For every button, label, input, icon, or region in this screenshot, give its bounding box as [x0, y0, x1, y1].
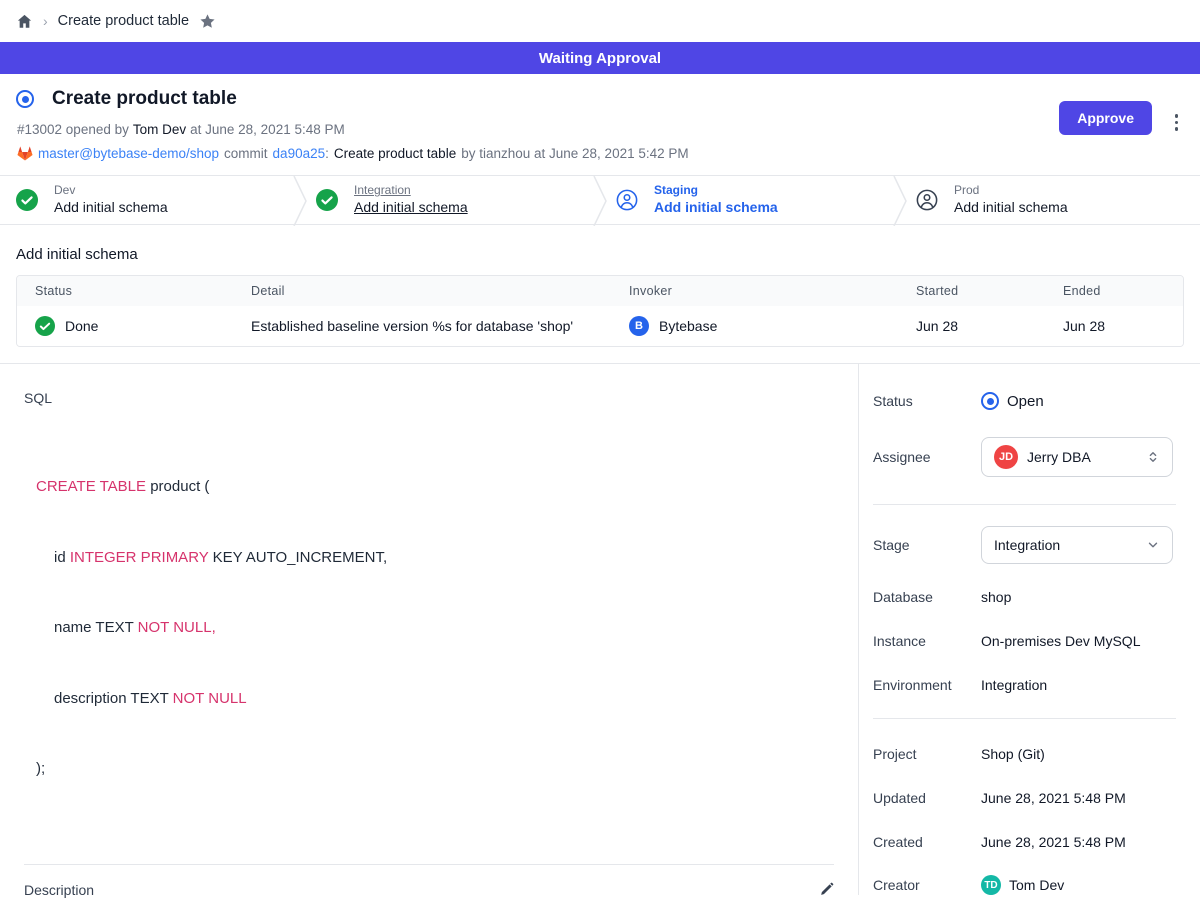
stage-value: Integration	[994, 537, 1137, 553]
stage-staging[interactable]: Staging Add initial schema	[600, 176, 900, 224]
stage-separator	[893, 176, 907, 226]
issue-sidebar: Status Open Assignee JD Jerry DBA Stage …	[858, 364, 1200, 895]
breadcrumb-chevron-icon: ›	[43, 13, 48, 29]
description-label: Description	[24, 882, 94, 898]
approve-button[interactable]: Approve	[1059, 101, 1152, 135]
instance-value: On-premises Dev MySQL	[981, 633, 1140, 649]
issue-open-status-icon	[16, 90, 34, 108]
vcs-commit-line: master@bytebase-demo/shop commit da90a25…	[17, 146, 1184, 161]
stage-env-label: Dev	[54, 183, 168, 198]
status-open-icon	[981, 392, 999, 410]
task-status-text: Done	[65, 318, 98, 334]
project-label: Project	[873, 746, 981, 762]
column-header-detail: Detail	[233, 284, 611, 298]
stage-task-label: Add initial schema	[654, 199, 778, 217]
creator-value: Tom Dev	[1009, 877, 1064, 893]
chevron-down-icon	[1146, 538, 1160, 552]
stage-env-label: Integration	[354, 183, 468, 198]
stage-label: Stage	[873, 537, 981, 553]
more-actions-kebab-icon[interactable]	[1175, 114, 1179, 131]
sidebar-divider	[873, 504, 1176, 505]
column-header-status: Status	[17, 284, 233, 298]
approval-banner: Waiting Approval	[0, 42, 1200, 74]
breadcrumb-current: Create product table	[58, 13, 189, 29]
sql-code-block: CREATE TABLE product ( id INTEGER PRIMAR…	[36, 428, 834, 828]
task-detail-text: Established baseline version %s for data…	[233, 318, 611, 334]
stage-separator	[593, 176, 607, 226]
issue-main-panel: SQL CREATE TABLE product ( id INTEGER PR…	[0, 364, 858, 895]
issue-meta: #13002 opened by Tom Dev at June 28, 202…	[17, 122, 1184, 137]
updated-value: June 28, 2021 5:48 PM	[981, 790, 1126, 806]
issue-author: Tom Dev	[133, 122, 186, 137]
task-section-title: Add initial schema	[16, 246, 1184, 263]
breadcrumb: › Create product table	[0, 0, 1200, 42]
stage-task-label: Add initial schema	[54, 199, 168, 217]
sidebar-divider	[873, 718, 1176, 719]
created-value: June 28, 2021 5:48 PM	[981, 834, 1126, 850]
task-ended-date: Jun 28	[1045, 318, 1183, 334]
stage-pending-person-icon	[616, 189, 638, 211]
database-label: Database	[873, 589, 981, 605]
created-label: Created	[873, 834, 981, 850]
assignee-avatar: JD	[994, 445, 1018, 469]
issue-open-time: at June 28, 2021 5:48 PM	[190, 122, 345, 137]
vcs-commit-word: commit	[224, 146, 268, 161]
chevron-updown-icon	[1146, 450, 1160, 464]
stage-pending-person-icon	[916, 189, 938, 211]
stage-done-check-icon	[316, 189, 338, 211]
task-section: Add initial schema Status Detail Invoker…	[0, 246, 1200, 347]
vcs-commit-message: Create product table	[334, 146, 456, 161]
page-title: Create product table	[52, 88, 237, 110]
vcs-branch-repo-link[interactable]: master@bytebase-demo/shop	[38, 146, 219, 161]
bookmark-star-icon[interactable]	[199, 13, 216, 30]
task-table: Status Detail Invoker Started Ended Done…	[16, 275, 1184, 347]
issue-id-text: #13002 opened by	[17, 122, 129, 137]
issue-header: Create product table #13002 opened by To…	[0, 74, 1200, 175]
stage-integration[interactable]: Integration Add initial schema	[300, 176, 600, 224]
column-header-invoker: Invoker	[611, 284, 898, 298]
vcs-commit-byline: by tianzhou at June 28, 2021 5:42 PM	[461, 146, 688, 161]
status-value: Open	[1007, 393, 1044, 410]
sql-section-label: SQL	[24, 390, 834, 406]
stage-dev[interactable]: Dev Add initial schema	[0, 176, 300, 224]
environment-value: Integration	[981, 677, 1047, 693]
pipeline-stage-bar: Dev Add initial schema Integration Add i…	[0, 175, 1200, 225]
table-row[interactable]: Done Established baseline version %s for…	[17, 306, 1183, 346]
stage-separator	[293, 176, 307, 226]
task-started-date: Jun 28	[898, 318, 1045, 334]
stage-prod[interactable]: Prod Add initial schema	[900, 176, 1200, 224]
column-header-ended: Ended	[1045, 284, 1183, 298]
assignee-select[interactable]: JD Jerry DBA	[981, 437, 1173, 477]
assignee-value: Jerry DBA	[1027, 449, 1137, 465]
stage-env-label: Prod	[954, 183, 1068, 198]
instance-label: Instance	[873, 633, 981, 649]
approval-banner-text: Waiting Approval	[539, 50, 661, 67]
task-done-check-icon	[35, 316, 55, 336]
project-value: Shop (Git)	[981, 746, 1045, 762]
invoker-avatar: B	[629, 316, 649, 336]
environment-label: Environment	[873, 677, 981, 693]
assignee-label: Assignee	[873, 449, 981, 465]
status-label: Status	[873, 393, 981, 409]
stage-done-check-icon	[16, 189, 38, 211]
stage-task-link[interactable]: Add initial schema	[354, 199, 468, 217]
stage-task-label: Add initial schema	[954, 199, 1068, 217]
column-header-started: Started	[898, 284, 1045, 298]
section-divider	[24, 864, 834, 865]
invoker-name: Bytebase	[659, 318, 717, 334]
edit-pencil-icon[interactable]	[819, 882, 834, 897]
creator-avatar: TD	[981, 875, 1001, 895]
vcs-commit-hash-link[interactable]: da90a25	[273, 146, 326, 161]
stage-env-label: Staging	[654, 183, 778, 198]
home-icon[interactable]	[16, 13, 33, 30]
task-table-header: Status Detail Invoker Started Ended	[17, 276, 1183, 306]
stage-select[interactable]: Integration	[981, 526, 1173, 564]
creator-label: Creator	[873, 877, 981, 893]
vcs-colon: :	[325, 146, 329, 161]
database-value: shop	[981, 589, 1011, 605]
updated-label: Updated	[873, 790, 981, 806]
gitlab-icon	[17, 146, 33, 161]
